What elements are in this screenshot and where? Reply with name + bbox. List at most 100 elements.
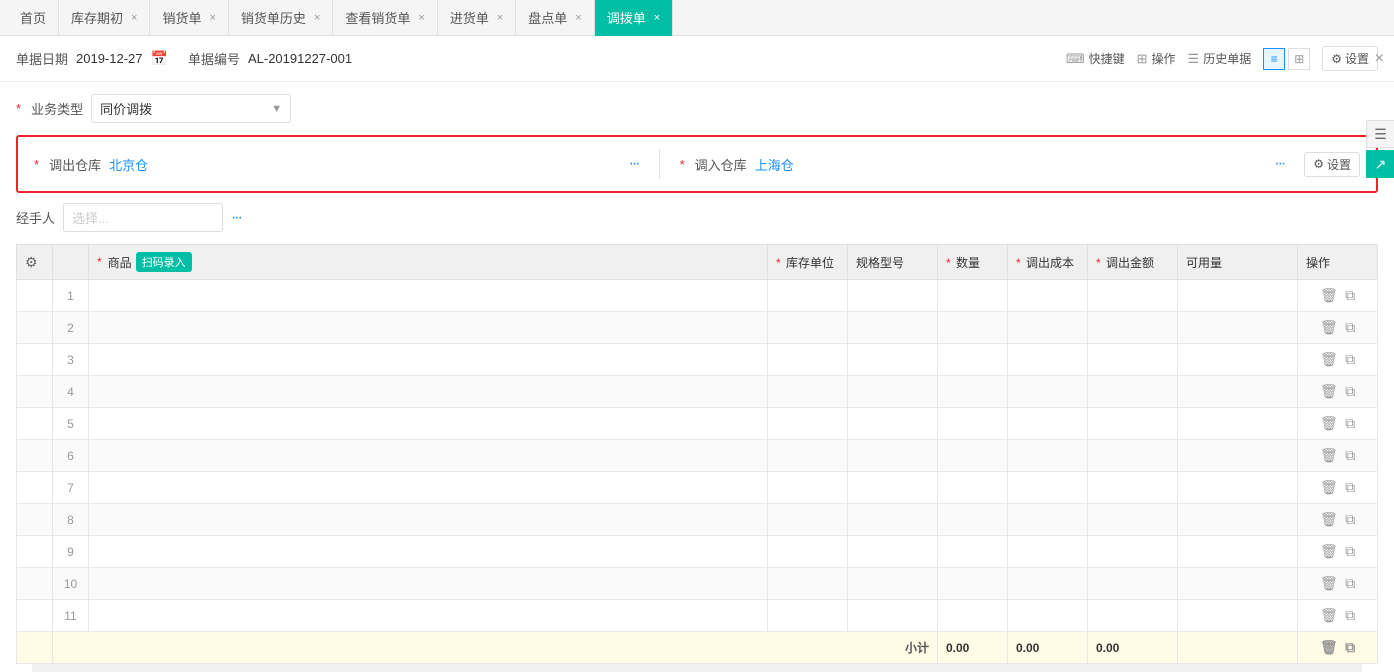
tab-inventory-count[interactable]: 盘点单 × [516,0,594,36]
scan-btn[interactable]: 扫码录入 [136,252,192,272]
cell-amount-0[interactable] [1088,280,1178,312]
window-close-btn[interactable]: × [1365,36,1394,81]
view-list-btn[interactable]: ≡ [1263,48,1285,70]
copy-icon-3[interactable]: ⧉ [1345,383,1355,399]
cell-product-6[interactable] [89,472,768,504]
operation-btn[interactable]: ⊞ 操作 [1137,50,1176,67]
subtotal-copy-icon[interactable]: ⧉ [1345,639,1355,655]
tab-transfer-close[interactable]: × [654,12,660,24]
copy-icon-6[interactable]: ⧉ [1345,479,1355,495]
cell-product-1[interactable] [89,312,768,344]
cell-product-3[interactable] [89,376,768,408]
cell-qty-6[interactable] [938,472,1008,504]
cell-product-8[interactable] [89,536,768,568]
tab-inventory-count-close[interactable]: × [575,12,581,24]
delete-icon-10[interactable]: 🗑 [1320,607,1338,623]
cell-product-0[interactable] [89,280,768,312]
manager-select[interactable]: 选择... [63,203,223,232]
copy-icon-7[interactable]: ⧉ [1345,511,1355,527]
copy-icon-5[interactable]: ⧉ [1345,447,1355,463]
view-grid-btn[interactable]: ⊞ [1288,48,1310,70]
cell-cost-5[interactable] [1008,440,1088,472]
tab-view-sales-close[interactable]: × [418,12,424,24]
tab-transfer[interactable]: 调拨单 × [595,0,673,36]
cell-product-9[interactable] [89,568,768,600]
th-settings[interactable]: ⚙ [17,245,53,280]
tab-sales-history-close[interactable]: × [314,12,320,24]
copy-icon-10[interactable]: ⧉ [1345,607,1355,623]
cell-qty-7[interactable] [938,504,1008,536]
delete-icon-3[interactable]: 🗑 [1320,383,1338,399]
cell-amount-5[interactable] [1088,440,1178,472]
cell-qty-2[interactable] [938,344,1008,376]
tab-view-sales[interactable]: 查看销货单 × [333,0,437,36]
cell-cost-8[interactable] [1008,536,1088,568]
cell-qty-10[interactable] [938,600,1008,632]
cell-qty-5[interactable] [938,440,1008,472]
out-warehouse-more-btn[interactable]: ··· [629,155,639,173]
cell-cost-7[interactable] [1008,504,1088,536]
cell-qty-4[interactable] [938,408,1008,440]
cell-product-2[interactable] [89,344,768,376]
delete-icon-0[interactable]: 🗑 [1320,287,1338,303]
cell-cost-10[interactable] [1008,600,1088,632]
cell-cost-1[interactable] [1008,312,1088,344]
cell-amount-10[interactable] [1088,600,1178,632]
delete-icon-8[interactable]: 🗑 [1320,543,1338,559]
cell-qty-1[interactable] [938,312,1008,344]
copy-icon-0[interactable]: ⧉ [1345,287,1355,303]
cell-qty-3[interactable] [938,376,1008,408]
business-type-select[interactable]: 同价调拨 ▼ [91,94,291,123]
copy-icon-1[interactable]: ⧉ [1345,319,1355,335]
calendar-icon[interactable]: 📅 [151,50,168,67]
cell-cost-6[interactable] [1008,472,1088,504]
delete-icon-2[interactable]: 🗑 [1320,351,1338,367]
cell-product-7[interactable] [89,504,768,536]
copy-icon-4[interactable]: ⧉ [1345,415,1355,431]
horizontal-scrollbar[interactable] [32,664,1362,672]
cell-product-10[interactable] [89,600,768,632]
manager-more-btn[interactable]: ··· [231,209,241,227]
cell-qty-9[interactable] [938,568,1008,600]
cell-qty-8[interactable] [938,536,1008,568]
copy-icon-2[interactable]: ⧉ [1345,351,1355,367]
tab-sales-history[interactable]: 销货单历史 × [229,0,333,36]
cell-cost-2[interactable] [1008,344,1088,376]
tab-purchase[interactable]: 进货单 × [438,0,516,36]
tab-inventory-init[interactable]: 库存期初 × [59,0,150,36]
tab-inventory-init-close[interactable]: × [131,12,137,24]
delete-icon-1[interactable]: 🗑 [1320,319,1338,335]
table-scroll[interactable]: ⚙ * 商品 扫码录入 * 库存单位 规格型号 [16,244,1378,664]
cell-amount-4[interactable] [1088,408,1178,440]
copy-icon-9[interactable]: ⧉ [1345,575,1355,591]
delete-icon-4[interactable]: 🗑 [1320,415,1338,431]
cell-amount-1[interactable] [1088,312,1178,344]
cell-cost-0[interactable] [1008,280,1088,312]
cell-amount-9[interactable] [1088,568,1178,600]
tab-sales-order[interactable]: 销货单 × [150,0,228,36]
sidebar-export-icon[interactable]: ↗ [1366,150,1394,178]
history-btn[interactable]: ☰ 历史单据 [1188,50,1252,67]
cell-amount-2[interactable] [1088,344,1178,376]
in-warehouse-more-btn[interactable]: ··· [1274,155,1284,173]
cell-cost-3[interactable] [1008,376,1088,408]
quick-key-btn[interactable]: ⌨ 快捷键 [1066,50,1125,67]
cell-amount-6[interactable] [1088,472,1178,504]
sidebar-list-icon[interactable]: ☰ [1366,120,1394,148]
copy-icon-8[interactable]: ⧉ [1345,543,1355,559]
cell-amount-3[interactable] [1088,376,1178,408]
delete-icon-5[interactable]: 🗑 [1320,447,1338,463]
cell-cost-4[interactable] [1008,408,1088,440]
cell-product-4[interactable] [89,408,768,440]
delete-icon-9[interactable]: 🗑 [1320,575,1338,591]
delete-icon-7[interactable]: 🗑 [1320,511,1338,527]
cell-amount-8[interactable] [1088,536,1178,568]
cell-product-5[interactable] [89,440,768,472]
tab-sales-order-close[interactable]: × [209,12,215,24]
tab-purchase-close[interactable]: × [497,12,503,24]
delete-icon-6[interactable]: 🗑 [1320,479,1338,495]
cell-amount-7[interactable] [1088,504,1178,536]
tab-home[interactable]: 首页 [8,0,59,36]
subtotal-delete-icon[interactable]: 🗑 [1320,639,1338,655]
cell-cost-9[interactable] [1008,568,1088,600]
